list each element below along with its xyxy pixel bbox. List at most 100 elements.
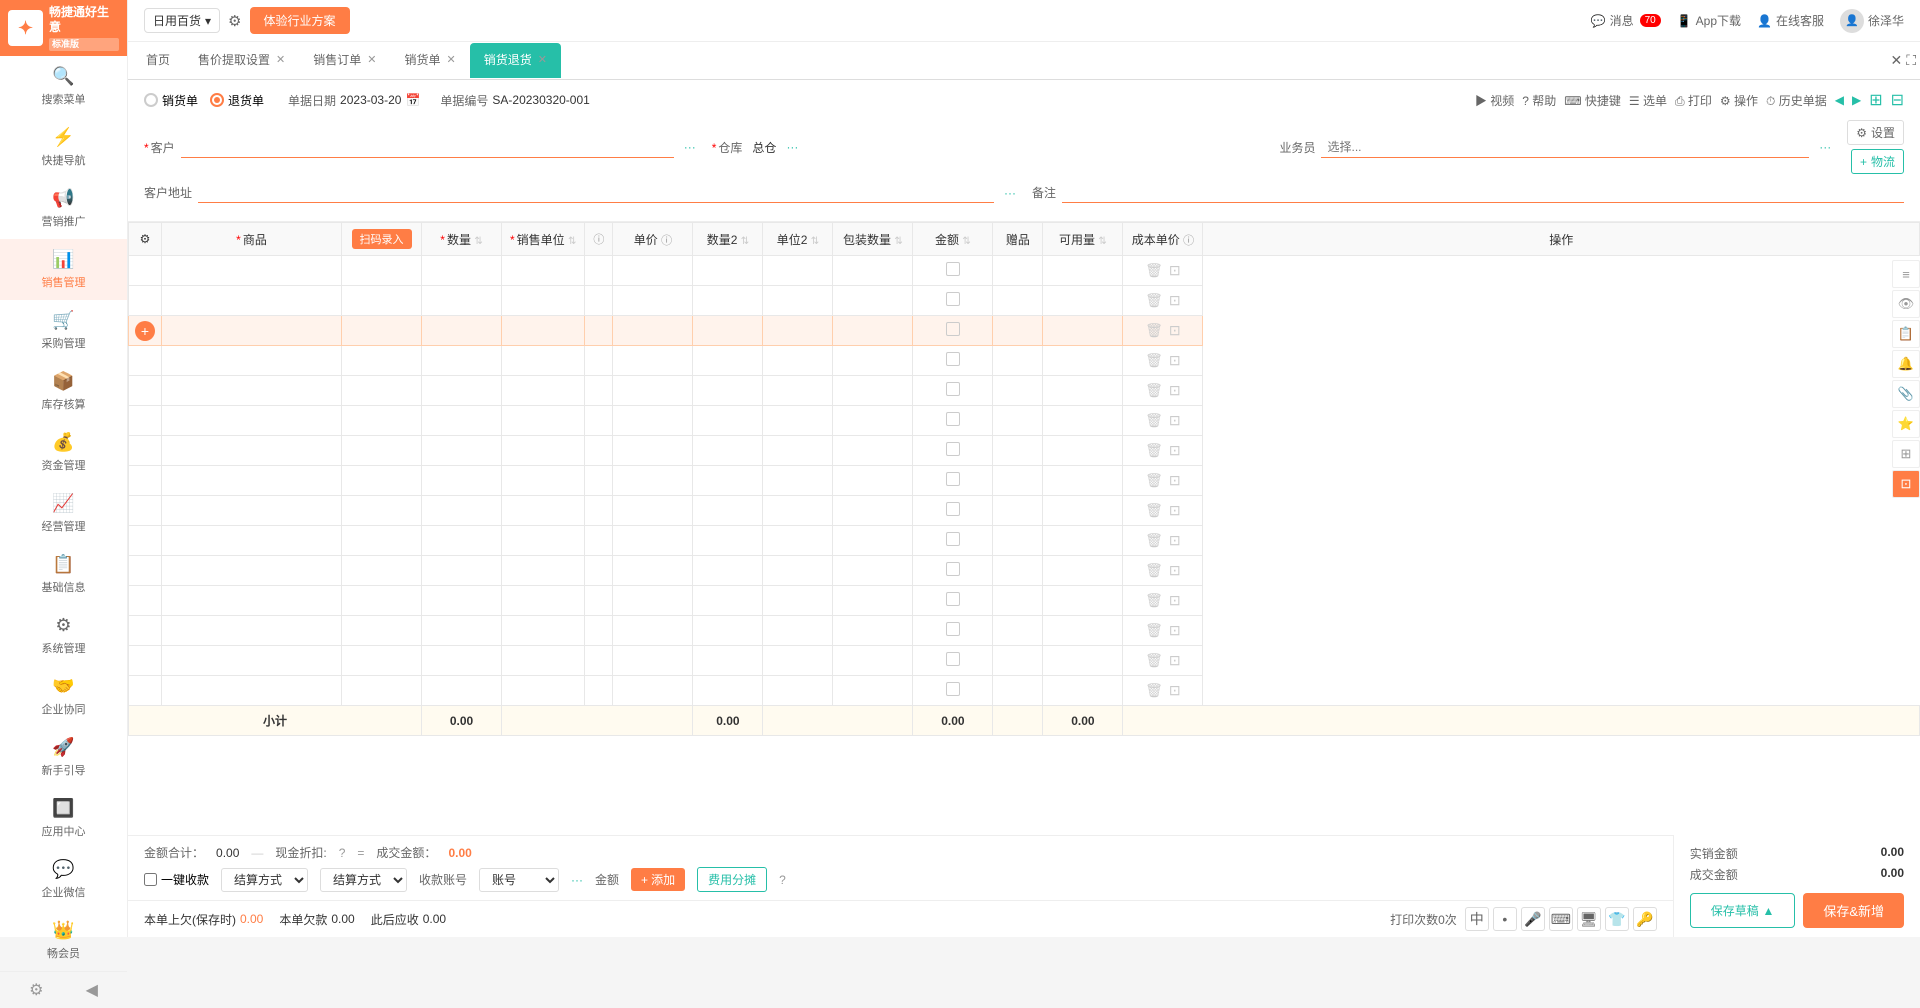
gift-cell-11[interactable] [913,556,993,586]
pkgqty-cell-12[interactable] [763,586,833,616]
qty2-cell-3[interactable] [613,316,693,346]
delete-icon-8[interactable]: 🗑 [1145,472,1163,489]
gift-checkbox-14[interactable] [946,652,960,666]
app-download-btn[interactable]: 📱 App下载 [1677,12,1741,29]
sale-unit-cell-1[interactable] [422,256,502,286]
price-cell-8[interactable] [585,466,613,496]
delete-icon-15[interactable]: 🗑 [1145,682,1163,699]
unit2-cell-9[interactable] [693,496,763,526]
available-cell-1[interactable] [993,256,1043,286]
copy-icon-13[interactable]: ⊡ [1169,622,1181,639]
cost-price-cell-9[interactable] [1043,496,1123,526]
price-cell-5[interactable] [585,376,613,406]
panel-btn-1[interactable]: ≡ [1892,260,1920,288]
gift-checkbox-7[interactable] [946,442,960,456]
col-settings[interactable]: ⚙ [129,223,162,256]
copy-icon-2[interactable]: ⊡ [1169,292,1181,309]
copy-icon-7[interactable]: ⊡ [1169,442,1181,459]
unit2-cell-8[interactable] [693,466,763,496]
nav-next-btn[interactable]: ▶ [1852,93,1861,107]
copy-icon-1[interactable]: ⊡ [1169,262,1181,279]
customer-dots[interactable]: ··· [684,140,696,154]
sale-unit-cell-5[interactable] [422,376,502,406]
available-cell-4[interactable] [993,346,1043,376]
gift-cell-9[interactable] [913,496,993,526]
gift-checkbox-10[interactable] [946,532,960,546]
qty2-cell-6[interactable] [613,406,693,436]
sale-unit-cell-6[interactable] [422,406,502,436]
cost-price-cell-10[interactable] [1043,526,1123,556]
cost-price-cell-13[interactable] [1043,616,1123,646]
qty2-cell-12[interactable] [613,586,693,616]
sidebar-item-operation[interactable]: 📈经营管理 [0,483,127,544]
sidebar-item-basic[interactable]: 📋基础信息 [0,544,127,605]
expense-help-icon[interactable]: ? [779,873,786,887]
qty-cell-5[interactable] [342,376,422,406]
print-btn[interactable]: ⎙ 打印 [1675,92,1712,109]
cost-price-cell-6[interactable] [1043,406,1123,436]
settings-btn[interactable]: ⚙ 设置 [1847,120,1904,145]
sidebar-item-purchase[interactable]: 🛒采购管理 [0,300,127,361]
pkgqty-sort-icon[interactable]: ⇅ [894,236,902,247]
sidebar-item-search[interactable]: 🔍搜索菜单 [0,56,127,117]
unit2-cell-6[interactable] [693,406,763,436]
pkgqty-cell-7[interactable] [763,436,833,466]
account-dots[interactable]: ··· [571,873,583,887]
unit2-cell-14[interactable] [693,646,763,676]
copy-icon-14[interactable]: ⊡ [1169,652,1181,669]
note-input[interactable] [1062,182,1904,203]
amount-cell-1[interactable] [833,256,913,286]
qty-cell-1[interactable] [342,256,422,286]
amount-cell-3[interactable] [833,316,913,346]
delete-icon-13[interactable]: 🗑 [1145,622,1163,639]
cost-price-cell-14[interactable] [1043,646,1123,676]
sidebar-item-marketing[interactable]: 📢营销推广 [0,178,127,239]
scan-input-btn[interactable]: 扫码录入 [352,229,412,249]
pkgqty-cell-6[interactable] [763,406,833,436]
qty-sort-icon[interactable]: ⇅ [474,236,482,247]
gift-cell-1[interactable] [913,256,993,286]
copy-icon-8[interactable]: ⊡ [1169,472,1181,489]
amount-cell-12[interactable] [833,586,913,616]
amount-cell-5[interactable] [833,376,913,406]
copy-icon-11[interactable]: ⊡ [1169,562,1181,579]
staff-dots[interactable]: ··· [1819,140,1831,154]
pkgqty-cell-8[interactable] [763,466,833,496]
sidebar-item-sale[interactable]: 📊销售管理 [0,239,127,300]
customer-input[interactable] [181,137,674,158]
avail-sort-icon[interactable]: ⇅ [1098,236,1106,247]
qty2-cell-7[interactable] [613,436,693,466]
qty-cell-7[interactable] [342,436,422,466]
cost-price-cell-12[interactable] [1043,586,1123,616]
gift-cell-15[interactable] [913,676,993,706]
sale-unit-cell-10[interactable] [422,526,502,556]
panel-btn-7[interactable]: ⊞ [1892,440,1920,468]
sale-unit-cell-12[interactable] [422,586,502,616]
delete-icon-12[interactable]: 🗑 [1145,592,1163,609]
qty2-cell-15[interactable] [613,676,693,706]
summary-method-select[interactable]: 结算方式 [320,868,407,892]
delete-icon-5[interactable]: 🗑 [1145,382,1163,399]
gift-cell-2[interactable] [913,286,993,316]
price-cell-6[interactable] [585,406,613,436]
price-cell-14[interactable] [585,646,613,676]
user-menu[interactable]: 👤 徐泽华 [1840,9,1904,33]
qty-cell-2[interactable] [342,286,422,316]
tab-sale-delivery-close[interactable]: ✕ [447,53,456,66]
amount-cell-9[interactable] [833,496,913,526]
tool-icon-1[interactable]: 中 [1465,907,1489,931]
unit-info-icon[interactable]: ⓘ [593,234,604,246]
delete-icon-9[interactable]: 🗑 [1145,502,1163,519]
gift-cell-8[interactable] [913,466,993,496]
unit2-cell-3[interactable] [693,316,763,346]
amount-cell-2[interactable] [833,286,913,316]
gift-checkbox-1[interactable] [946,262,960,276]
sidebar-item-member[interactable]: 👑畅会员 [0,910,127,971]
sidebar-item-shortcut[interactable]: ⚡快捷导航 [0,117,127,178]
pay-checkbox-label[interactable]: 一键收款 [144,871,209,888]
copy-icon-12[interactable]: ⊡ [1169,592,1181,609]
sidebar-item-system[interactable]: ⚙系统管理 [0,605,127,666]
qty2-cell-1[interactable] [613,256,693,286]
qty-cell-9[interactable] [342,496,422,526]
sidebar-item-appstore[interactable]: 🔲应用中心 [0,788,127,849]
